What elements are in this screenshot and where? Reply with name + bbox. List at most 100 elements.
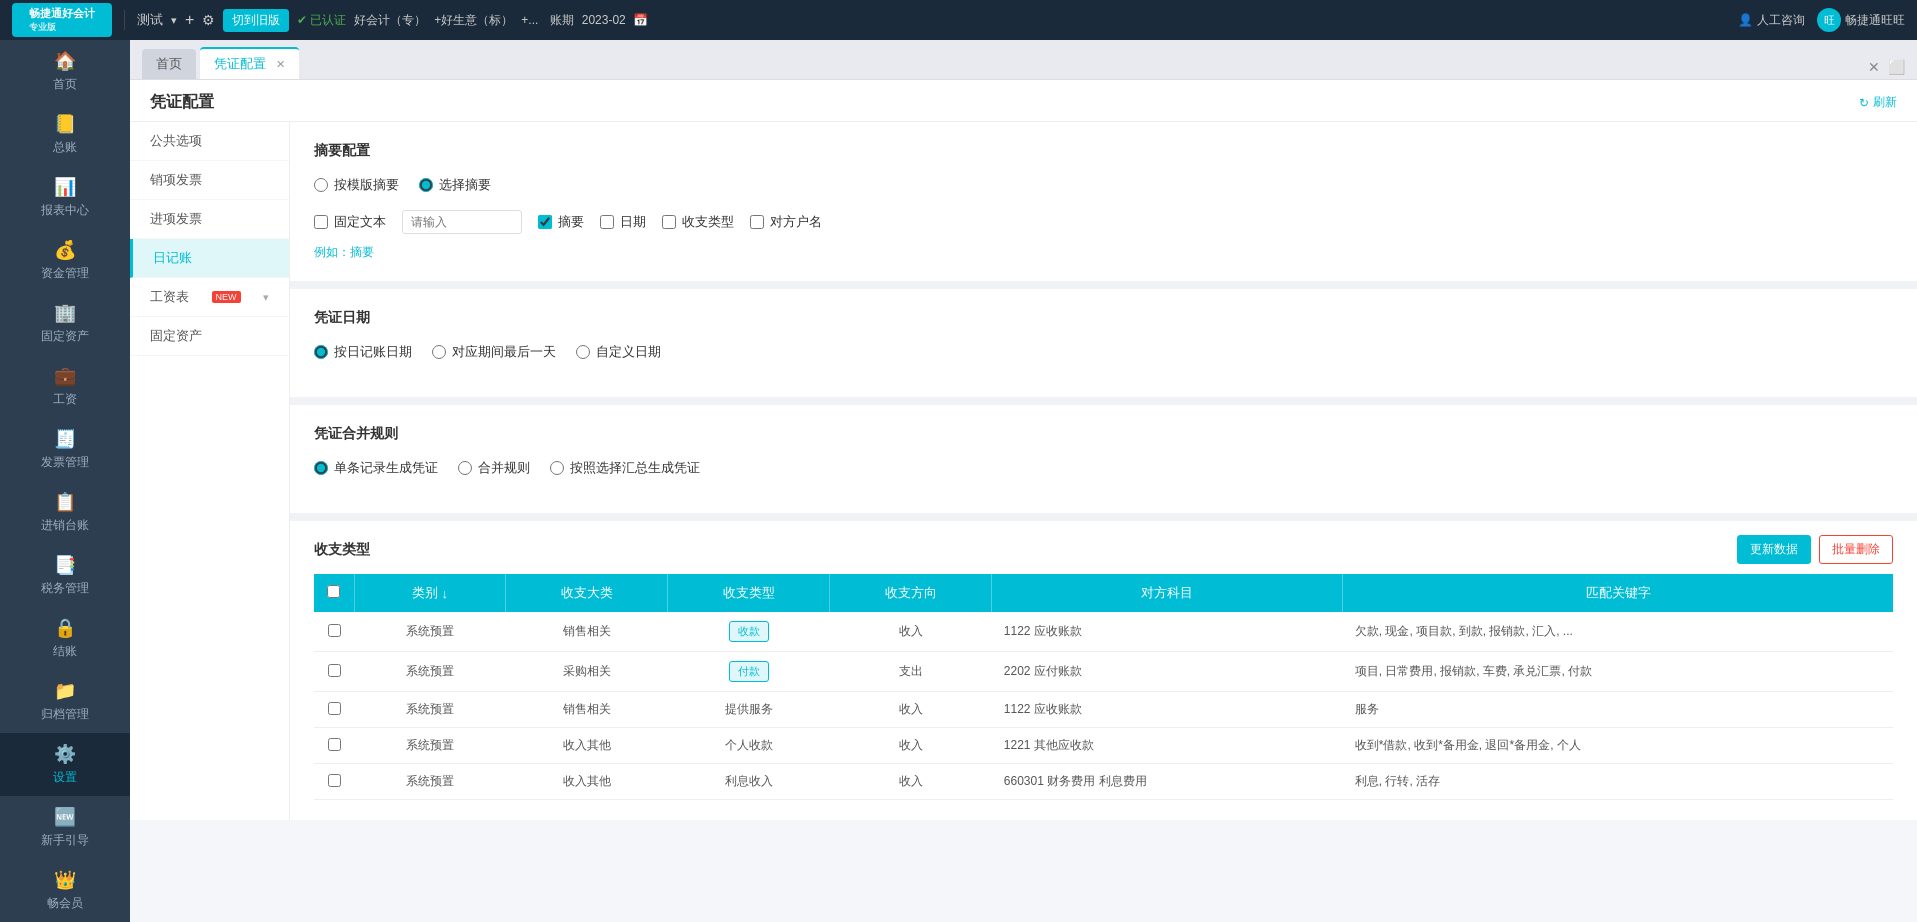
row-checkbox[interactable]	[328, 624, 341, 637]
left-panel-item-journal[interactable]: 日记账	[130, 239, 289, 278]
radio-journal-date-input[interactable]	[314, 345, 328, 359]
checkbox-date[interactable]: 日期	[600, 213, 646, 231]
checkbox-fixed-text[interactable]: 固定文本	[314, 213, 386, 231]
radio-merge-input[interactable]	[458, 461, 472, 475]
date-radio-group: 按日记账日期 对应期间最后一天 自定义日期	[314, 343, 1893, 361]
sidebar-item-close[interactable]: 🔒 结账	[0, 607, 130, 670]
row-checkbox[interactable]	[328, 774, 341, 787]
cell-type: 个人收款	[668, 728, 830, 764]
tab-home[interactable]: 首页	[142, 49, 196, 79]
th-category: 类别 ↓	[354, 574, 506, 612]
left-panel-item-sales-invoice[interactable]: 销项发票	[130, 161, 289, 200]
switch-version-btn[interactable]: 切到旧版	[223, 9, 289, 32]
left-panel-item-payroll[interactable]: 工资表 NEW ▾	[130, 278, 289, 317]
sidebar-item-label: 发票管理	[41, 454, 89, 471]
sidebar-item-label: 税务管理	[41, 580, 89, 597]
income-data-table: 类别 ↓ 收支大类 收支类型 收支方向 对方科目 匹配关键字	[314, 574, 1893, 800]
close-window-icon[interactable]: ✕	[1868, 59, 1880, 75]
consult-btn[interactable]: 👤 人工咨询	[1738, 12, 1805, 29]
radio-single-input[interactable]	[314, 461, 328, 475]
fixed-text-input[interactable]	[402, 210, 522, 234]
table-actions: 更新数据 批量删除	[1737, 535, 1893, 564]
th-type: 收支类型	[668, 574, 830, 612]
cell-direction: 支出	[830, 652, 992, 692]
sidebar-item-settings[interactable]: ⚙️ 设置	[0, 733, 130, 796]
row-checkbox[interactable]	[328, 738, 341, 751]
th-account: 对方科目	[992, 574, 1343, 612]
cell-keywords: 服务	[1343, 692, 1893, 728]
cell-major-type: 销售相关	[506, 612, 668, 652]
row-checkbox[interactable]	[328, 664, 341, 677]
page-header: 凭证配置 ↻ 刷新	[130, 80, 1917, 122]
cell-checkbox	[314, 728, 354, 764]
sidebar-item-reports[interactable]: 📊 报表中心	[0, 166, 130, 229]
sidebar-item-invoice[interactable]: 🧾 发票管理	[0, 418, 130, 481]
sidebar-item-vip[interactable]: 👑 畅会员	[0, 859, 130, 922]
content-area: 首页 凭证配置 ✕ ✕ ⬜ 凭证配置 ↻ 刷新	[130, 40, 1917, 922]
sidebar-item-label: 归档管理	[41, 706, 89, 723]
cell-type: 收款	[668, 612, 830, 652]
sidebar-item-home[interactable]: 🏠 首页	[0, 40, 130, 103]
cell-type: 利息收入	[668, 764, 830, 800]
left-panel-item-public[interactable]: 公共选项	[130, 122, 289, 161]
th-direction: 收支方向	[830, 574, 992, 612]
checkbox-fixed-text-input[interactable]	[314, 215, 328, 229]
maximize-icon[interactable]: ⬜	[1888, 59, 1905, 75]
refresh-btn[interactable]: ↻ 刷新	[1859, 94, 1897, 111]
update-data-btn[interactable]: 更新数据	[1737, 535, 1811, 564]
table-row: 系统预置 销售相关 收款 收入 1122 应收账款 欠款, 现金, 项目款, 到…	[314, 612, 1893, 652]
sidebar-item-salary[interactable]: 💼 工资	[0, 355, 130, 418]
radio-select-input[interactable]	[419, 178, 433, 192]
left-panel-item-purchase-invoice[interactable]: 进项发票	[130, 200, 289, 239]
checkbox-type[interactable]: 收支类型	[662, 213, 734, 231]
cell-category: 系统预置	[354, 728, 506, 764]
tax-icon: 📑	[54, 554, 76, 576]
user-profile[interactable]: 旺 畅捷通旺旺	[1817, 8, 1905, 32]
sidebar-item-ledger[interactable]: 📒 总账	[0, 103, 130, 166]
select-all-checkbox[interactable]	[327, 585, 340, 598]
left-panel-item-fixed-assets[interactable]: 固定资产	[130, 317, 289, 356]
main-layout: 🏠 首页 📒 总账 📊 报表中心 💰 资金管理 🏢 固定资产 💼 工资 🧾 发票…	[0, 40, 1917, 922]
radio-template-input[interactable]	[314, 178, 328, 192]
sidebar-item-tax[interactable]: 📑 税务管理	[0, 544, 130, 607]
checkbox-type-input[interactable]	[662, 215, 676, 229]
radio-template[interactable]: 按模版摘要	[314, 176, 399, 194]
radio-summary-gen[interactable]: 按照选择汇总生成凭证	[550, 459, 700, 477]
reports-icon: 📊	[54, 176, 76, 198]
radio-summary-gen-input[interactable]	[550, 461, 564, 475]
top-row-content: 公共选项 销项发票 进项发票 日记账 工资表 NEW	[130, 122, 1917, 820]
merge-section-title: 凭证合并规则	[314, 425, 1893, 443]
batch-delete-btn[interactable]: 批量删除	[1819, 535, 1893, 564]
tab-close-icon[interactable]: ✕	[276, 58, 285, 70]
row-checkbox[interactable]	[328, 702, 341, 715]
radio-custom-date[interactable]: 自定义日期	[576, 343, 661, 361]
refresh-icon: ↻	[1859, 96, 1869, 110]
sidebar-item-assets[interactable]: 🏢 固定资产	[0, 292, 130, 355]
radio-single[interactable]: 单条记录生成凭证	[314, 459, 438, 477]
sidebar-item-purchase[interactable]: 📋 进销台账	[0, 481, 130, 544]
checkbox-date-input[interactable]	[600, 215, 614, 229]
sidebar-item-guide[interactable]: 🆕 新手引导	[0, 796, 130, 859]
topbar-plus-icon[interactable]: +	[185, 11, 194, 29]
checkbox-counterparty[interactable]: 对方户名	[750, 213, 822, 231]
sidebar-item-funds[interactable]: 💰 资金管理	[0, 229, 130, 292]
radio-merge[interactable]: 合并规则	[458, 459, 530, 477]
checkbox-counterparty-input[interactable]	[750, 215, 764, 229]
sidebar-item-archive[interactable]: 📁 归档管理	[0, 670, 130, 733]
checkbox-summary[interactable]: 摘要	[538, 213, 584, 231]
period-label: 账期 2023-02 📅	[550, 12, 648, 29]
radio-last-day[interactable]: 对应期间最后一天	[432, 343, 556, 361]
cell-major-type: 采购相关	[506, 652, 668, 692]
topbar-settings-icon[interactable]: ⚙	[202, 12, 215, 28]
radio-last-day-input[interactable]	[432, 345, 446, 359]
radio-custom-date-input[interactable]	[576, 345, 590, 359]
cell-checkbox	[314, 652, 354, 692]
tab-voucher-config[interactable]: 凭证配置 ✕	[200, 47, 299, 79]
radio-journal-date[interactable]: 按日记账日期	[314, 343, 412, 361]
radio-select[interactable]: 选择摘要	[419, 176, 491, 194]
calendar-icon[interactable]: 📅	[633, 13, 648, 27]
checkbox-summary-input[interactable]	[538, 215, 552, 229]
topbar-dropdown[interactable]: ▾	[171, 14, 177, 27]
main-right: 摘要配置 按模版摘要 选择摘要	[290, 122, 1917, 820]
cell-account: 1221 其他应收款	[992, 728, 1343, 764]
